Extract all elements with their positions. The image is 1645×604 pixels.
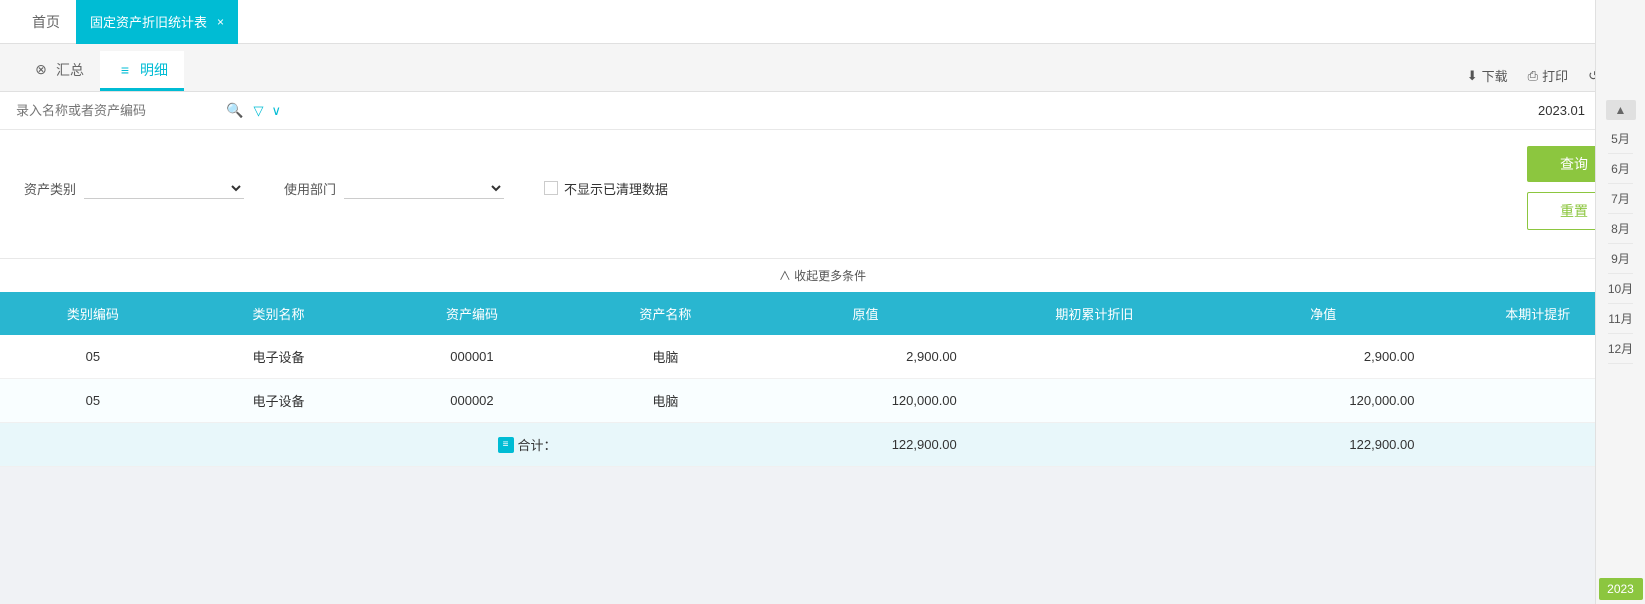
asset-category-label: 资产类别 — [24, 179, 76, 198]
cell-asset-name: 电脑 — [573, 379, 759, 423]
nav-tab-close[interactable]: × — [217, 15, 224, 29]
total-label-cell: ≡ 合计： — [371, 423, 572, 467]
total-net-value: 122,900.00 — [1216, 423, 1431, 467]
tab-bar: ⊗ 汇总 ≡ 明细 ⬇ 下载 ⎙ 打印 ↺ 刷新 — [0, 44, 1645, 92]
cell-original-value: 120,000.00 — [758, 379, 973, 423]
month-item[interactable]: 9月 — [1608, 244, 1633, 274]
total-original-value: 122,900.00 — [758, 423, 973, 467]
table-header-row: 类别编码 类别名称 资产编码 资产名称 原值 期初累计折旧 净值 本期计提折 — [0, 292, 1645, 335]
summary-icon: ⊗ — [32, 61, 50, 79]
cell-accumulated-depreciation — [973, 379, 1216, 423]
col-category-name: 类别名称 — [186, 292, 372, 335]
month-item[interactable]: 7月 — [1608, 184, 1633, 214]
use-dept-label: 使用部门 — [284, 179, 336, 198]
search-icon[interactable]: 🔍 — [226, 102, 243, 119]
search-input[interactable] — [16, 103, 216, 118]
print-button[interactable]: ⎙ 打印 — [1528, 66, 1568, 85]
cell-asset-code: 000002 — [371, 379, 572, 423]
hide-cleared-checkbox[interactable] — [544, 181, 558, 195]
cell-accumulated-depreciation — [973, 335, 1216, 379]
col-category-code: 类别编码 — [0, 292, 186, 335]
download-button[interactable]: ⬇ 下载 — [1467, 66, 1508, 85]
month-item[interactable]: 10月 — [1608, 274, 1633, 304]
cell-original-value: 2,900.00 — [758, 335, 973, 379]
month-item[interactable]: 11月 — [1608, 304, 1633, 334]
total-label-text: 合计： — [518, 435, 557, 454]
cell-net-value: 120,000.00 — [1216, 379, 1431, 423]
filter-row-1: 资产类别 使用部门 不显示已清理数据 查询 重置 — [24, 146, 1621, 230]
right-panel: ▲ 5月6月7月8月9月10月11月12月 2023 — [1595, 0, 1645, 604]
col-original-value: 原值 — [758, 292, 973, 335]
download-label: 下载 — [1482, 66, 1508, 85]
scroll-up-button[interactable]: ▲ — [1606, 100, 1636, 120]
use-dept-field: 使用部门 — [284, 177, 504, 199]
total-icon: ≡ — [498, 437, 514, 453]
table-container: 类别编码 类别名称 资产编码 资产名称 原值 期初累计折旧 净值 本期计提折 0… — [0, 292, 1645, 467]
cell-category-name: 电子设备 — [186, 335, 372, 379]
filter-icon: ▽ — [253, 103, 263, 119]
month-item[interactable]: 6月 — [1608, 154, 1633, 184]
download-icon: ⬇ — [1467, 68, 1478, 84]
print-icon: ⎙ — [1528, 68, 1538, 84]
tab-detail[interactable]: ≡ 明细 — [100, 51, 184, 91]
month-list: 5月6月7月8月9月10月11月12月 — [1608, 124, 1633, 364]
tab-summary[interactable]: ⊗ 汇总 — [16, 51, 100, 91]
total-empty-1 — [0, 423, 186, 467]
asset-category-field: 资产类别 — [24, 177, 244, 199]
col-asset-code: 资产编码 — [371, 292, 572, 335]
total-row: ≡ 合计： 122,900.00 122,900.00 — [0, 423, 1645, 467]
cell-category-code: 05 — [0, 335, 186, 379]
cell-category-name: 电子设备 — [186, 379, 372, 423]
total-empty-3 — [573, 423, 759, 467]
filter-date: 2023.01 — [1538, 103, 1585, 118]
detail-icon: ≡ — [116, 61, 134, 79]
cell-category-code: 05 — [0, 379, 186, 423]
month-item[interactable]: 5月 — [1608, 124, 1633, 154]
cell-asset-name: 电脑 — [573, 335, 759, 379]
advanced-filter: 资产类别 使用部门 不显示已清理数据 查询 重置 — [0, 130, 1645, 259]
tab-detail-label: 明细 — [140, 60, 168, 80]
month-item[interactable]: 8月 — [1608, 214, 1633, 244]
year-badge: 2023 — [1599, 578, 1643, 600]
filter-bar: 🔍 ▽ ∨ 2023.01 › — [0, 92, 1645, 130]
collapse-bar[interactable]: ∧ 收起更多条件 — [0, 259, 1645, 292]
table-row: 05 电子设备 000002 电脑 120,000.00 120,000.00 — [0, 379, 1645, 423]
total-empty-2 — [186, 423, 372, 467]
table-row: 05 电子设备 000001 电脑 2,900.00 2,900.00 — [0, 335, 1645, 379]
print-label: 打印 — [1542, 66, 1568, 85]
top-nav: 首页 固定资产折旧统计表 × ✕ — [0, 0, 1645, 44]
col-net-value: 净值 — [1216, 292, 1431, 335]
data-table: 类别编码 类别名称 资产编码 资产名称 原值 期初累计折旧 净值 本期计提折 0… — [0, 292, 1645, 467]
nav-home[interactable]: 首页 — [16, 12, 76, 32]
col-asset-name: 资产名称 — [573, 292, 759, 335]
nav-tab-label: 固定资产折旧统计表 — [90, 12, 207, 31]
tab-summary-label: 汇总 — [56, 60, 84, 80]
cell-net-value: 2,900.00 — [1216, 335, 1431, 379]
cell-asset-code: 000001 — [371, 335, 572, 379]
hide-cleared-label: 不显示已清理数据 — [564, 179, 668, 198]
use-dept-select[interactable] — [344, 177, 504, 199]
hide-cleared-field: 不显示已清理数据 — [544, 179, 668, 198]
total-accumulated-depreciation — [973, 423, 1216, 467]
nav-tab[interactable]: 固定资产折旧统计表 × — [76, 0, 238, 44]
col-accumulated-depreciation: 期初累计折旧 — [973, 292, 1216, 335]
more-filter-button[interactable]: ▽ ∨ — [253, 103, 281, 119]
asset-category-select[interactable] — [84, 177, 244, 199]
month-item[interactable]: 12月 — [1608, 334, 1633, 364]
collapse-label: ∧ 收起更多条件 — [779, 269, 866, 283]
chevron-down-icon: ∨ — [271, 103, 281, 119]
